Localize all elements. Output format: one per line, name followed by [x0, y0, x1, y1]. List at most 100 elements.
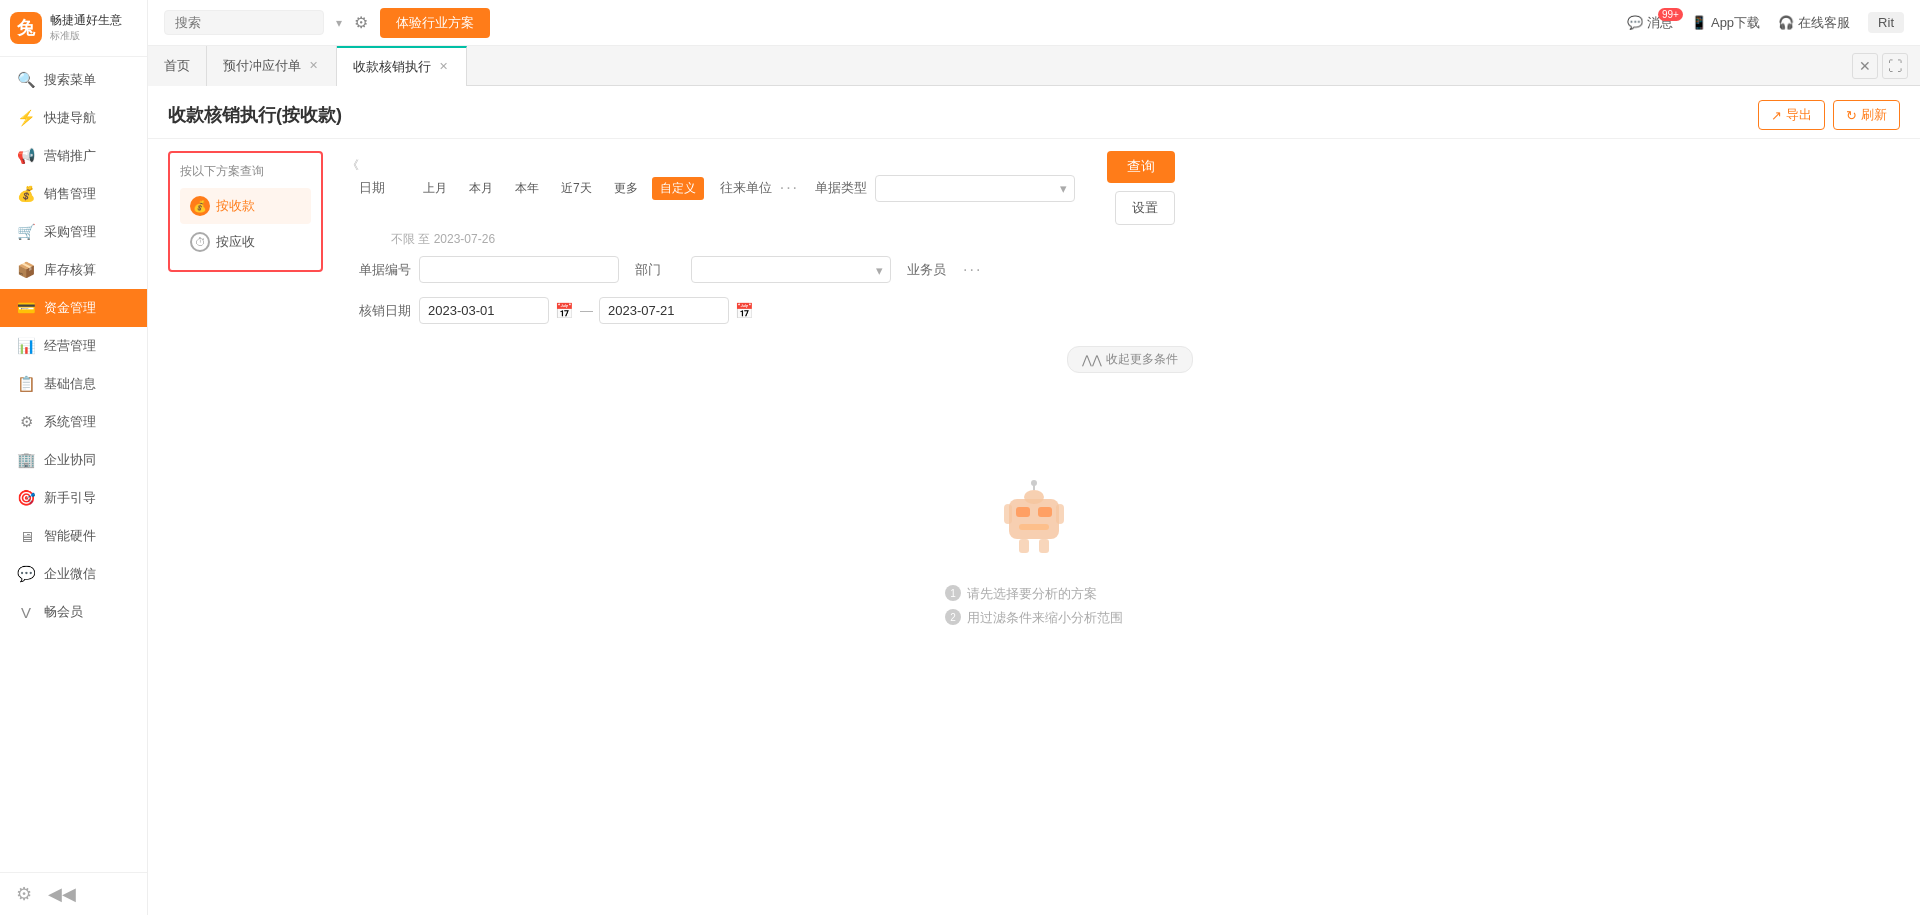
refresh-icon: ↻ [1846, 108, 1857, 123]
dept-label: 部门 [635, 261, 683, 279]
sidebar-label-5: 库存核算 [44, 261, 96, 279]
filter-row-2: 单据编号 部门 业务员 [359, 256, 1900, 283]
writeoff-end-calendar-icon[interactable]: 📅 [735, 302, 754, 320]
collapse-bar: ⋀⋀ 收起更多条件 [359, 338, 1900, 377]
empty-state: 1 请先选择要分析的方案 2 用过滤条件来缩小分析范围 [148, 389, 1920, 673]
sidebar-icon-9: ⚙ [16, 413, 36, 431]
app-download-button[interactable]: 📱 App下载 [1691, 14, 1760, 32]
sidebar-icon-4: 🛒 [16, 223, 36, 241]
sidebar-item-9[interactable]: ⚙系统管理 [0, 403, 147, 441]
svg-rect-2 [1038, 507, 1052, 517]
sidebar-label-2: 营销推广 [44, 147, 96, 165]
sidebar-item-8[interactable]: 📋 基础信息 [0, 365, 147, 403]
date-last-7days[interactable]: 近7天 [553, 177, 600, 200]
solution-button[interactable]: 体验行业方案 [380, 8, 490, 38]
date-no-limit-row: 不限 至 2023-07-26 [391, 231, 1900, 248]
sidebar-item-5[interactable]: 📦库存核算 [0, 251, 147, 289]
query-button[interactable]: 查询 [1107, 151, 1175, 183]
sidebar-label-4: 采购管理 [44, 223, 96, 241]
empty-tip-1: 1 请先选择要分析的方案 [945, 585, 1123, 603]
collapse-more-button[interactable]: ⋀⋀ 收起更多条件 [1067, 346, 1193, 373]
online-service-button[interactable]: 🎧 在线客服 [1778, 14, 1850, 32]
settings-icon[interactable]: ⚙ [16, 883, 32, 905]
empty-tips: 1 请先选择要分析的方案 2 用过滤条件来缩小分析范围 [945, 585, 1123, 633]
writeoff-date-end-input[interactable] [599, 297, 729, 324]
close-tab-button[interactable]: ✕ [1852, 53, 1878, 79]
settings-gear-icon[interactable]: ⚙ [354, 13, 368, 32]
svg-rect-5 [1056, 504, 1064, 524]
export-button[interactable]: ↗ 导出 [1758, 100, 1825, 130]
date-custom-active[interactable]: 自定义 [652, 177, 704, 200]
sidebar-label-11: 新手引导 [44, 489, 96, 507]
sidebar-footer: ⚙ ◀◀ [0, 872, 147, 915]
sidebar-item-10[interactable]: 🏢企业协同 [0, 441, 147, 479]
sidebar-label-14: 畅会员 [44, 603, 83, 621]
filter-option-by-receivable[interactable]: ⏱ 按应收 [180, 224, 311, 260]
dept-select-wrap [691, 256, 891, 283]
sidebar-label-0: 搜索菜单 [44, 71, 96, 89]
writeoff-start-calendar-icon[interactable]: 📅 [555, 302, 574, 320]
page-actions: ↗ 导出 ↻ 刷新 [1758, 100, 1900, 130]
page-title: 收款核销执行(按收款) [168, 103, 342, 127]
filter-panel-collapse-button[interactable]: 《 [347, 157, 359, 174]
sidebar-item-12[interactable]: 🖥智能硬件 [0, 517, 147, 555]
svg-point-10 [1031, 480, 1037, 486]
tab-prepay[interactable]: 预付冲应付单 ✕ [207, 46, 337, 86]
sidebar-item-2[interactable]: 📢营销推广 [0, 137, 147, 175]
sidebar-item-3[interactable]: 💰销售管理 [0, 175, 147, 213]
tab-home[interactable]: 首页 [148, 46, 207, 86]
user-info[interactable]: Rit [1868, 12, 1904, 33]
dropdown-arrow-icon[interactable]: ▾ [336, 16, 342, 30]
page-header: 收款核销执行(按收款) ↗ 导出 ↻ 刷新 [148, 86, 1920, 139]
bill-no-field: 单据编号 [359, 256, 619, 283]
dept-select[interactable] [691, 256, 891, 283]
filter-row-1: 日期 上月 本月 本年 近7天 更多 自定义 往来单位 [359, 151, 1900, 225]
date-more[interactable]: 更多 [606, 177, 646, 200]
sidebar-icon-8: 📋 [16, 375, 36, 393]
sidebar-icon-14: V [16, 604, 36, 621]
bill-no-input[interactable] [419, 256, 619, 283]
message-badge: 99+ [1658, 8, 1683, 21]
main-area: ▾ ⚙ 体验行业方案 💬 消息 99+ 📱 App下载 🎧 在线客服 Rit 首… [148, 0, 1920, 915]
sidebar-item-4[interactable]: 🛒 采购管理 [0, 213, 147, 251]
svg-rect-3 [1019, 524, 1049, 530]
collapse-sidebar-icon[interactable]: ◀◀ [48, 883, 76, 905]
chevron-up-icon: ⋀⋀ [1082, 353, 1102, 367]
expand-tab-button[interactable]: ⛶ [1882, 53, 1908, 79]
receipt-icon: 💰 [190, 196, 210, 216]
sidebar-item-7[interactable]: 📊经营管理 [0, 327, 147, 365]
writeoff-date-label: 核销日期 [359, 302, 411, 320]
set-button[interactable]: 设置 [1115, 191, 1175, 225]
sidebar-label-1: 快捷导航 [44, 109, 96, 127]
app-logo-text: 畅捷通好生意 标准版 [50, 13, 122, 43]
sidebar-item-0[interactable]: 🔍搜索菜单 [0, 61, 147, 99]
sidebar-item-6[interactable]: 💳资金管理 [0, 289, 147, 327]
sidebar-item-1[interactable]: ⚡快捷导航 [0, 99, 147, 137]
tab-writeoff-close-icon[interactable]: ✕ [437, 58, 450, 75]
dept-field: 部门 [635, 256, 891, 283]
date-last-month[interactable]: 上月 [415, 177, 455, 200]
staff-label: 业务员 [907, 261, 955, 279]
page-content: 收款核销执行(按收款) ↗ 导出 ↻ 刷新 按以下方案查询 [148, 86, 1920, 915]
bill-type-select[interactable] [875, 175, 1075, 202]
vendor-label: 往来单位 [720, 179, 772, 197]
writeoff-date-range: 📅 — 📅 [419, 297, 754, 324]
vendor-input-dots[interactable]: ··· [780, 179, 799, 197]
app-icon: 📱 [1691, 15, 1707, 30]
staff-input-dots[interactable]: ··· [963, 261, 982, 279]
date-this-month[interactable]: 本月 [461, 177, 501, 200]
message-button[interactable]: 💬 消息 99+ [1627, 14, 1673, 32]
filter-option-by-receipt[interactable]: 💰 按收款 [180, 188, 311, 224]
date-this-year[interactable]: 本年 [507, 177, 547, 200]
tab-prepay-close-icon[interactable]: ✕ [307, 57, 320, 74]
sidebar-item-11[interactable]: 🎯新手引导 [0, 479, 147, 517]
writeoff-date-start-input[interactable] [419, 297, 549, 324]
sidebar-item-13[interactable]: 💬企业微信 [0, 555, 147, 593]
refresh-button[interactable]: ↻ 刷新 [1833, 100, 1900, 130]
filter-panel: 按以下方案查询 💰 按收款 ⏱ 按应收 [168, 151, 323, 272]
tab-writeoff[interactable]: 收款核销执行 ✕ [337, 46, 467, 86]
sidebar-label-8: 基础信息 [44, 375, 96, 393]
sidebar-item-14[interactable]: V 畅会员 [0, 593, 147, 631]
search-input[interactable] [164, 10, 324, 35]
receivable-icon: ⏱ [190, 232, 210, 252]
